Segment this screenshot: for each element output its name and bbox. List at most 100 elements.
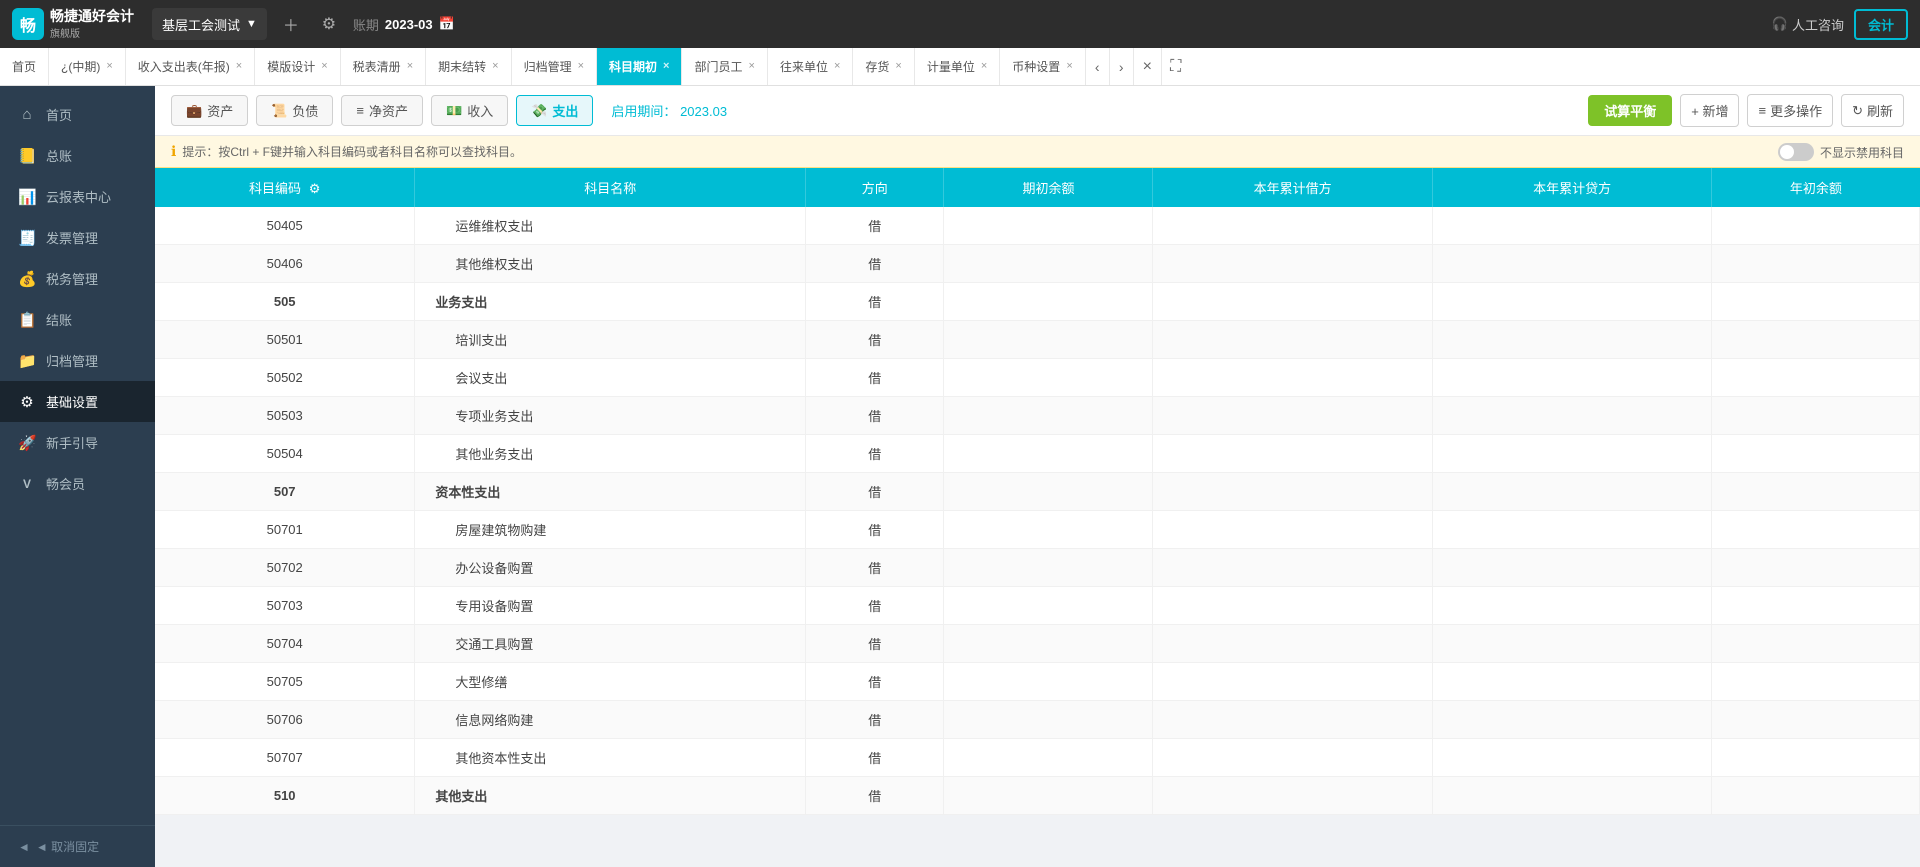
add-tab-button[interactable]: ＋ [277, 10, 305, 38]
sidebar-label-ledger: 总账 [46, 146, 72, 165]
table-row[interactable]: 507资本性支出借 [155, 473, 1920, 511]
tab-balance-close[interactable]: × [106, 61, 112, 72]
tab-dept[interactable]: 部门员工 × [682, 48, 767, 86]
cell-direction: 借 [806, 397, 944, 435]
tab-income[interactable]: 收入支出表(年报) × [126, 48, 255, 86]
cell-opening-balance [944, 511, 1153, 549]
tab-inventory-close[interactable]: × [895, 61, 901, 72]
table-row[interactable]: 50405运维维权支出借 [155, 207, 1920, 245]
sub-tab-expenditure[interactable]: 💸 支出 [516, 95, 593, 126]
th-code-label: 科目编码 [249, 181, 301, 196]
table-row[interactable]: 50501培训支出借 [155, 321, 1920, 359]
tab-unit[interactable]: 计量单位 × [915, 48, 1000, 86]
help-button[interactable]: 🎧 人工咨询 [1772, 15, 1844, 34]
tab-tax-close[interactable]: × [407, 61, 413, 72]
sidebar-collapse-button[interactable]: ◄ ◄ 取消固定 [0, 825, 155, 867]
table-row[interactable]: 50705大型修缮借 [155, 663, 1920, 701]
sub-tab-liabilities[interactable]: 📜 负债 [256, 95, 333, 126]
sub-tab-assets[interactable]: 💼 资产 [171, 95, 248, 126]
tab-expand-button[interactable]: ⛶ [1162, 48, 1190, 86]
th-ytd-credit: 本年累计贷方 [1432, 168, 1711, 207]
cell-ytd-debit [1153, 625, 1432, 663]
sub-tab-income[interactable]: 💵 收入 [431, 95, 508, 126]
table-row[interactable]: 510其他支出借 [155, 777, 1920, 815]
table-row[interactable]: 50701房屋建筑物购建借 [155, 511, 1920, 549]
sidebar-item-tax[interactable]: 💰 税务管理 [0, 258, 155, 299]
cell-opening-balance [944, 207, 1153, 245]
table-row[interactable]: 50406其他维权支出借 [155, 245, 1920, 283]
sidebar-item-close[interactable]: 📋 结账 [0, 299, 155, 340]
tab-next-button[interactable]: › [1110, 48, 1134, 86]
tab-partner-close[interactable]: × [834, 61, 840, 72]
tab-inventory[interactable]: 存货 × [853, 48, 914, 86]
settings-icon[interactable]: ⚙ [315, 10, 343, 38]
sidebar-item-reports[interactable]: 📊 云报表中心 [0, 176, 155, 217]
tab-template[interactable]: 模版设计 × [255, 48, 340, 86]
tab-subject-init[interactable]: 科目期初 × [597, 48, 682, 86]
notice-wrapper: ℹ 提示：按Ctrl + F键并输入科目编码或者科目名称可以查找科目。 不显示禁… [155, 136, 1920, 168]
tab-partner[interactable]: 往来单位 × [768, 48, 853, 86]
table-row[interactable]: 50704交通工具购置借 [155, 625, 1920, 663]
member-icon: V [18, 477, 36, 491]
sidebar-item-member[interactable]: V 畅会员 [0, 463, 155, 504]
more-actions-button[interactable]: ≡ 更多操作 [1747, 94, 1833, 127]
tab-period-end-close[interactable]: × [492, 61, 498, 72]
table-row[interactable]: 50503专项业务支出借 [155, 397, 1920, 435]
cell-direction: 借 [806, 625, 944, 663]
tab-subject-init-close[interactable]: × [663, 61, 669, 72]
tab-income-label: 收入支出表(年报) [138, 58, 230, 75]
account-button[interactable]: 会计 [1854, 9, 1908, 40]
tab-balance[interactable]: ¿(中期) × [49, 48, 126, 86]
cell-ytd-credit [1432, 207, 1711, 245]
sidebar-item-guide[interactable]: 🚀 新手引导 [0, 422, 155, 463]
table-row[interactable]: 505业务支出借 [155, 283, 1920, 321]
tab-prev-button[interactable]: ‹ [1086, 48, 1110, 86]
table-row[interactable]: 50702办公设备购置借 [155, 549, 1920, 587]
table-row[interactable]: 50703专用设备购置借 [155, 587, 1920, 625]
cell-name: 办公设备购置 [415, 549, 806, 587]
cell-ytd-debit [1153, 207, 1432, 245]
cell-code: 507 [155, 473, 415, 511]
tab-close-all-button[interactable]: × [1134, 48, 1162, 86]
cell-opening-balance [944, 435, 1153, 473]
tab-income-close[interactable]: × [236, 61, 242, 72]
table-row[interactable]: 50502会议支出借 [155, 359, 1920, 397]
cell-direction: 借 [806, 663, 944, 701]
cell-beg-balance [1712, 511, 1920, 549]
tab-period-end[interactable]: 期末结转 × [426, 48, 511, 86]
table-row[interactable]: 50706信息网络购建借 [155, 701, 1920, 739]
sub-tab-net-assets[interactable]: ≡ 净资产 [341, 95, 423, 126]
sidebar-item-settings[interactable]: ⚙ 基础设置 [0, 381, 155, 422]
tab-tax[interactable]: 税表清册 × [341, 48, 426, 86]
project-selector[interactable]: 基层工会测试 ▼ [152, 8, 267, 40]
sidebar-item-invoice[interactable]: 🧾 发票管理 [0, 217, 155, 258]
sidebar-item-ledger[interactable]: 📒 总账 [0, 135, 155, 176]
calendar-icon[interactable]: 📅 [439, 16, 455, 32]
cell-ytd-credit [1432, 283, 1711, 321]
column-settings-icon[interactable]: ⚙ [309, 181, 321, 196]
table-row[interactable]: 50504其他业务支出借 [155, 435, 1920, 473]
tab-unit-close[interactable]: × [981, 61, 987, 72]
tab-home[interactable]: 首页 [0, 48, 49, 86]
tab-tax-label: 税表清册 [353, 58, 401, 75]
tab-currency[interactable]: 币种设置 × [1000, 48, 1085, 86]
disabled-toggle[interactable] [1778, 143, 1814, 161]
cell-name: 其他业务支出 [415, 435, 806, 473]
tab-dept-close[interactable]: × [749, 61, 755, 72]
cell-name: 房屋建筑物购建 [415, 511, 806, 549]
tab-archive-close[interactable]: × [578, 61, 584, 72]
cell-code: 50704 [155, 625, 415, 663]
sub-tab-net-assets-label: 净资产 [369, 101, 408, 120]
cell-opening-balance [944, 321, 1153, 359]
tab-currency-close[interactable]: × [1066, 61, 1072, 72]
sidebar-item-home[interactable]: ⌂ 首页 [0, 94, 155, 135]
table-row[interactable]: 50707其他资本性支出借 [155, 739, 1920, 777]
tab-archive[interactable]: 归档管理 × [512, 48, 597, 86]
tab-template-close[interactable]: × [321, 61, 327, 72]
cell-ytd-credit [1432, 473, 1711, 511]
add-button[interactable]: + 新增 [1680, 94, 1739, 127]
cell-ytd-debit [1153, 739, 1432, 777]
calc-balance-button[interactable]: 试算平衡 [1588, 95, 1672, 126]
refresh-button[interactable]: ↻ 刷新 [1841, 94, 1904, 127]
sidebar-item-archive[interactable]: 📁 归档管理 [0, 340, 155, 381]
